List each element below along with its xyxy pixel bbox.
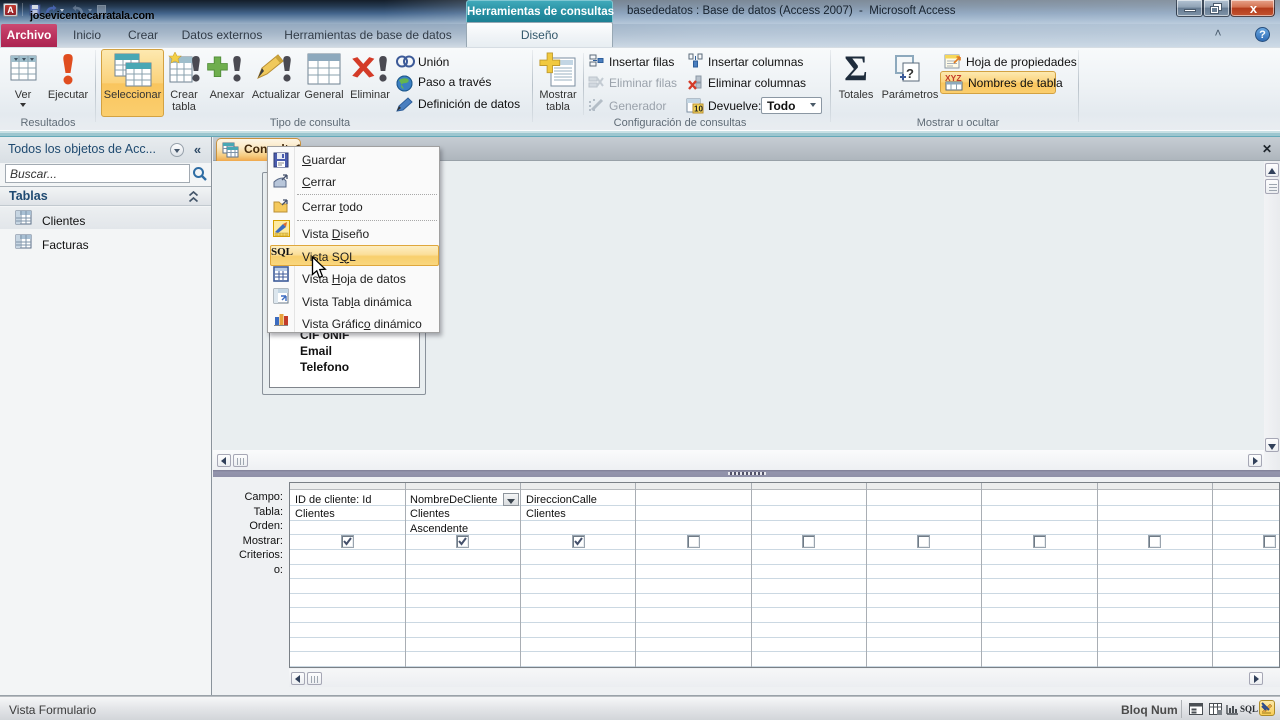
svg-text:?: ? [906, 66, 914, 81]
svg-text:10: 10 [694, 105, 703, 114]
